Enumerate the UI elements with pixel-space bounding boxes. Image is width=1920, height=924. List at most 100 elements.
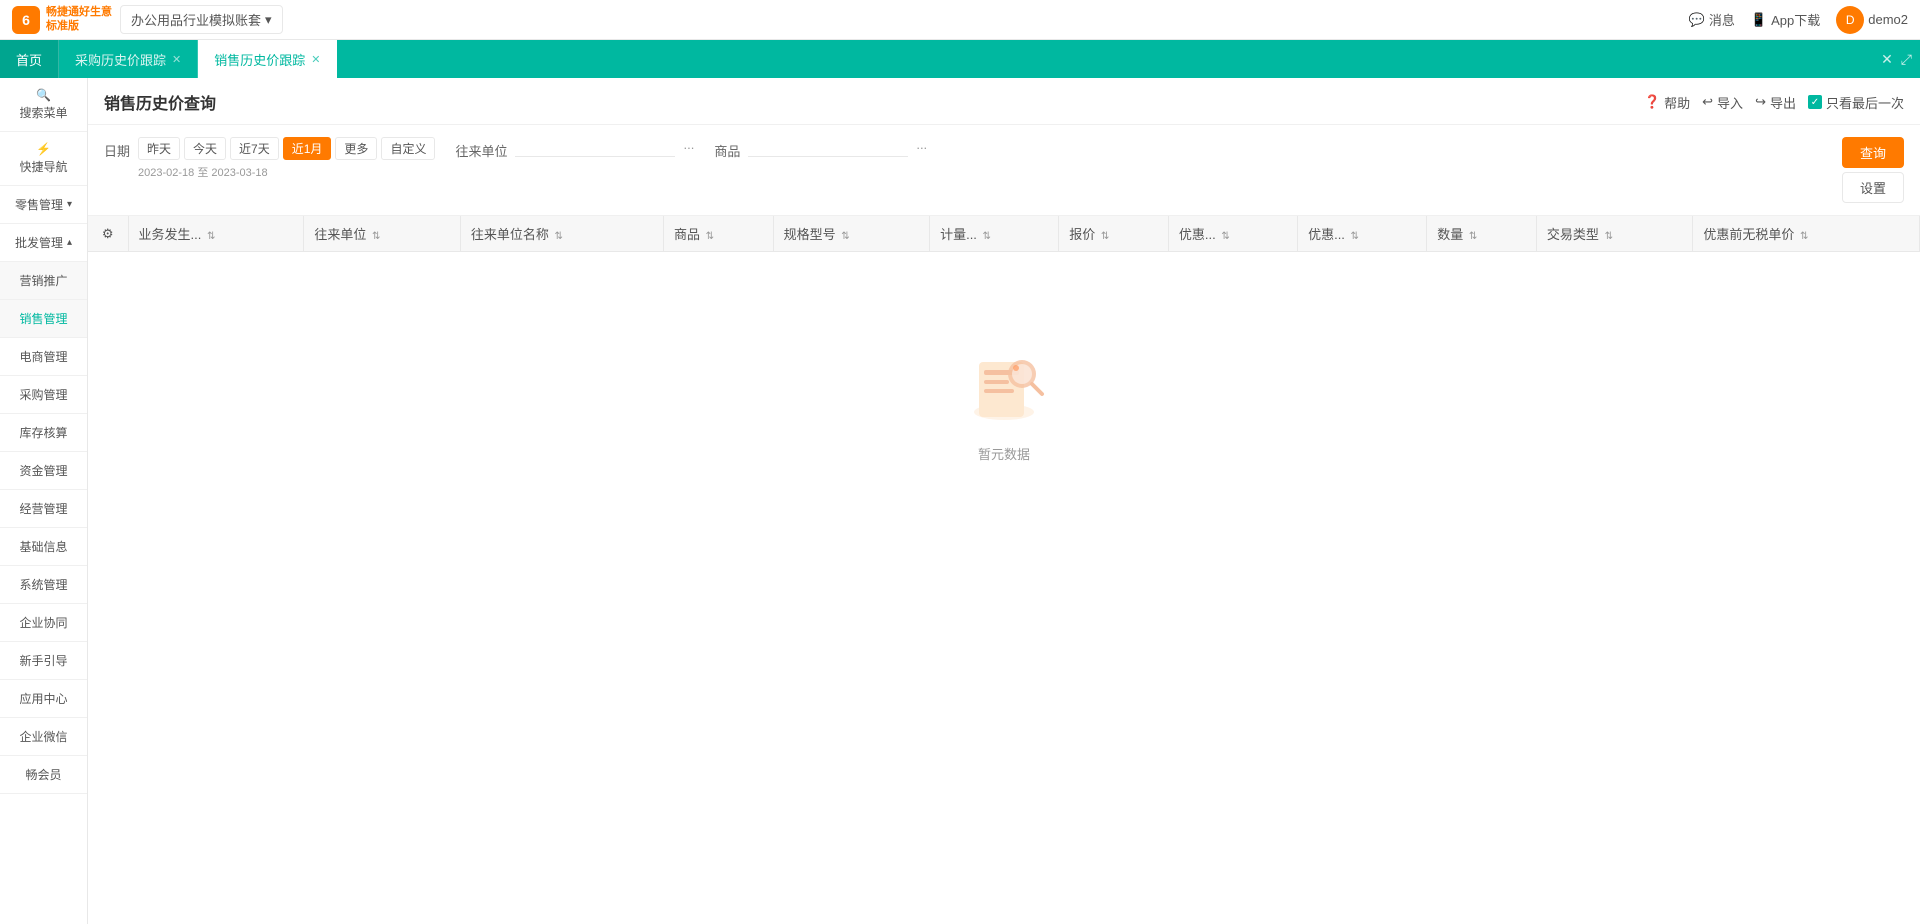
message-btn[interactable]: 💬 消息 xyxy=(1689,10,1735,29)
sidebar-item-retail-mgmt[interactable]: 零售管理 ▾ xyxy=(0,186,87,224)
chevron-down-icon: ▾ xyxy=(265,12,272,28)
sort-icon: ⇅ xyxy=(706,231,714,242)
sort-icon: ⇅ xyxy=(554,231,562,242)
sort-icon: ⇅ xyxy=(1351,231,1359,242)
chevron-down-icon: ▾ xyxy=(67,199,72,210)
sort-icon: ⇅ xyxy=(841,231,849,242)
col-trade-type[interactable]: 交易类型 ⇅ xyxy=(1536,216,1692,252)
date-btn-7days[interactable]: 近7天 xyxy=(230,137,279,160)
app-selector[interactable]: 办公用品行业模拟账套 ▾ xyxy=(120,5,283,34)
download-icon: 📱 xyxy=(1751,12,1767,28)
col-discount1[interactable]: 优惠... ⇅ xyxy=(1168,216,1297,252)
table-container: ⚙ 业务发生... ⇅ 往来单位 ⇅ 往来单位名称 ⇅ xyxy=(88,216,1920,924)
date-btn-yesterday[interactable]: 昨天 xyxy=(138,137,180,160)
col-partner-name[interactable]: 往来单位名称 ⇅ xyxy=(460,216,663,252)
goods-input[interactable] xyxy=(748,137,908,157)
empty-state-illustration xyxy=(954,332,1054,432)
sidebar-item-finance[interactable]: 资金管理 xyxy=(0,452,87,490)
col-quantity[interactable]: 数量 ⇅ xyxy=(1427,216,1537,252)
settings-button[interactable]: 设置 xyxy=(1842,172,1904,203)
sidebar-item-quick-nav[interactable]: ⚡ 快捷导航 xyxy=(0,132,87,186)
date-btn-1month[interactable]: 近1月 xyxy=(283,137,332,160)
tab-purchase-close-icon[interactable]: ✕ xyxy=(172,53,181,66)
date-filter-group: 日期 昨天 今天 近7天 近1月 更多 自定义 2023-02-18 至 202… xyxy=(104,137,435,180)
avatar: D xyxy=(1836,6,1864,34)
import-btn[interactable]: ↩ 导入 xyxy=(1702,93,1743,112)
tab-sales-close-icon[interactable]: ✕ xyxy=(311,53,320,66)
empty-state-text: 暂元数据 xyxy=(978,444,1030,463)
tab-home[interactable]: 首页 xyxy=(0,40,59,78)
sidebar-item-search-menu[interactable]: 🔍 搜索菜单 xyxy=(0,78,87,132)
page-title: 销售历史价查询 xyxy=(104,90,216,114)
tab-bar: 首页 采购历史价跟踪 ✕ 销售历史价跟踪 ✕ ✕ ⤢ xyxy=(0,40,1920,78)
user-area[interactable]: D demo2 xyxy=(1836,6,1908,34)
sidebar-item-wholesale-mgmt[interactable]: 批发管理 ▴ xyxy=(0,224,87,262)
partner-label: 往来单位 xyxy=(455,137,507,160)
last-only-checkbox[interactable]: ✓ 只看最后一次 xyxy=(1808,93,1904,112)
page-header: 销售历史价查询 ❓ 帮助 ↩ 导入 ↪ 导出 ✓ xyxy=(88,78,1920,125)
date-btn-today[interactable]: 今天 xyxy=(184,137,226,160)
sidebar-item-basic-info[interactable]: 基础信息 xyxy=(0,528,87,566)
sort-icon: ⇅ xyxy=(983,231,991,242)
header-left: 6 畅捷通好生意 标准版 办公用品行业模拟账套 ▾ xyxy=(12,5,283,34)
sidebar-item-purchase[interactable]: 采购管理 xyxy=(0,376,87,414)
goods-label: 商品 xyxy=(714,137,740,160)
sidebar-item-guide[interactable]: 新手引导 xyxy=(0,642,87,680)
table-header-row: ⚙ 业务发生... ⇅ 往来单位 ⇅ 往来单位名称 ⇅ xyxy=(88,216,1920,252)
date-filter-options: 昨天 今天 近7天 近1月 更多 自定义 2023-02-18 至 2023-0… xyxy=(138,137,435,180)
partner-input[interactable] xyxy=(515,137,675,157)
nav-icon: ⚡ xyxy=(36,142,51,156)
col-pretax-price[interactable]: 优惠前无税单价 ⇅ xyxy=(1693,216,1920,252)
filter-actions: 查询 设置 xyxy=(1842,137,1904,203)
query-button[interactable]: 查询 xyxy=(1842,137,1904,168)
tab-purchase-history[interactable]: 采购历史价跟踪 ✕ xyxy=(59,40,198,78)
date-btn-more[interactable]: 更多 xyxy=(335,137,377,160)
col-settings[interactable]: ⚙ xyxy=(88,216,128,252)
date-btn-custom[interactable]: 自定义 xyxy=(381,137,435,160)
logo-area: 6 畅捷通好生意 标准版 xyxy=(12,6,112,34)
col-quote-price[interactable]: 报价 ⇅ xyxy=(1059,216,1169,252)
checkbox-ticked-icon: ✓ xyxy=(1808,95,1822,109)
help-btn[interactable]: ❓ 帮助 xyxy=(1644,93,1690,112)
page-header-actions: ❓ 帮助 ↩ 导入 ↪ 导出 ✓ 只看最后一次 xyxy=(1644,93,1904,112)
sort-icon: ⇅ xyxy=(1800,231,1808,242)
sidebar-item-inventory[interactable]: 库存核算 xyxy=(0,414,87,452)
tab-sales-history[interactable]: 销售历史价跟踪 ✕ xyxy=(198,40,337,78)
col-goods[interactable]: 商品 ⇅ xyxy=(663,216,773,252)
sidebar-item-marketing[interactable]: 营销推广 xyxy=(0,262,87,300)
date-label: 日期 xyxy=(104,137,130,160)
top-header: 6 畅捷通好生意 标准版 办公用品行业模拟账套 ▾ 💬 消息 📱 App下载 D… xyxy=(0,0,1920,40)
sort-icon: ⇅ xyxy=(1221,231,1229,242)
col-spec[interactable]: 规格型号 ⇅ xyxy=(773,216,929,252)
date-range-display: 2023-02-18 至 2023-03-18 xyxy=(138,164,435,180)
sidebar-item-business[interactable]: 经营管理 xyxy=(0,490,87,528)
sidebar-item-collab[interactable]: 企业协同 xyxy=(0,604,87,642)
close-window-icon[interactable]: ✕ xyxy=(1881,51,1893,68)
empty-state: 暂元数据 xyxy=(88,252,1920,543)
sidebar-item-ecommerce[interactable]: 电商管理 xyxy=(0,338,87,376)
sort-icon: ⇅ xyxy=(372,231,380,242)
sidebar-item-app-center[interactable]: 应用中心 xyxy=(0,680,87,718)
help-icon: ❓ xyxy=(1644,94,1660,110)
sort-icon: ⇅ xyxy=(1469,231,1477,242)
sort-icon: ⇅ xyxy=(1605,231,1613,242)
col-biz-date[interactable]: 业务发生... ⇅ xyxy=(128,216,304,252)
logo-text: 畅捷通好生意 标准版 xyxy=(46,6,112,32)
page-container: 销售历史价查询 ❓ 帮助 ↩ 导入 ↪ 导出 ✓ xyxy=(88,78,1920,924)
partner-dots: ... xyxy=(683,137,694,152)
export-icon: ↪ xyxy=(1755,94,1766,110)
sidebar-item-enterprise-wechat[interactable]: 企业微信 xyxy=(0,718,87,756)
col-unit[interactable]: 计量... ⇅ xyxy=(930,216,1059,252)
export-btn[interactable]: ↪ 导出 xyxy=(1755,93,1796,112)
search-icon: 🔍 xyxy=(36,88,51,102)
sidebar-item-system[interactable]: 系统管理 xyxy=(0,566,87,604)
maximize-icon[interactable]: ⤢ xyxy=(1901,51,1912,68)
col-discount2[interactable]: 优惠... ⇅ xyxy=(1298,216,1427,252)
sidebar-item-member[interactable]: 畅会员 xyxy=(0,756,87,794)
sort-icon: ⇅ xyxy=(1101,231,1109,242)
sidebar: 🔍 搜索菜单 ⚡ 快捷导航 零售管理 ▾ 批发管理 ▴ 营销推广 销售管理 电商… xyxy=(0,78,88,924)
data-table: ⚙ 业务发生... ⇅ 往来单位 ⇅ 往来单位名称 ⇅ xyxy=(88,216,1920,252)
col-partner-code[interactable]: 往来单位 ⇅ xyxy=(304,216,460,252)
app-download-btn[interactable]: 📱 App下载 xyxy=(1751,10,1820,29)
sidebar-item-sales-mgmt[interactable]: 销售管理 xyxy=(0,300,87,338)
